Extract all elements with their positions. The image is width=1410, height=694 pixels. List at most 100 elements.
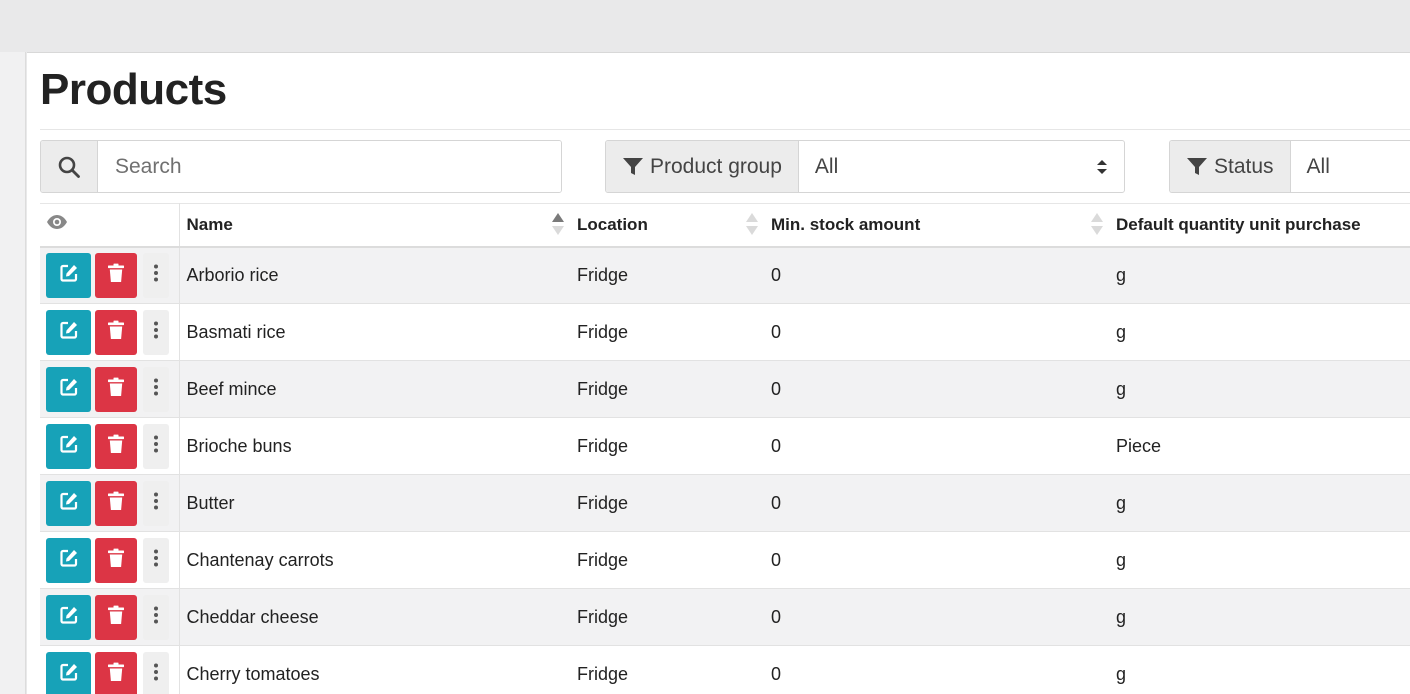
more-actions-button[interactable] <box>143 594 169 640</box>
edit-button[interactable] <box>46 252 91 298</box>
edit-button[interactable] <box>46 480 91 526</box>
cell-location: Fridge <box>570 531 764 589</box>
table-row: Butter Fridge 0 g <box>40 474 1410 532</box>
edit-icon <box>59 662 79 687</box>
cell-location: Fridge <box>570 303 764 361</box>
more-actions-button[interactable] <box>143 309 169 355</box>
cell-location: Fridge <box>570 417 764 475</box>
table-row: Beef mince Fridge 0 g <box>40 360 1410 418</box>
products-table: Name Location Min. stock amount Default … <box>40 203 1410 694</box>
sort-icon <box>746 213 758 239</box>
status-filter: Status All <box>1169 140 1410 193</box>
delete-button[interactable] <box>95 309 137 355</box>
cell-min-stock: 0 <box>764 645 1109 694</box>
edit-button[interactable] <box>46 423 91 469</box>
cell-qu-purchase: g <box>1109 360 1410 418</box>
column-header-name[interactable]: Name <box>179 203 570 248</box>
cell-qu-purchase: g <box>1109 246 1410 304</box>
cell-min-stock: 0 <box>764 246 1109 304</box>
delete-button[interactable] <box>95 252 137 298</box>
column-header-name-label: Name <box>186 214 233 234</box>
table-row: Brioche buns Fridge 0 Piece <box>40 417 1410 475</box>
delete-button[interactable] <box>95 480 137 526</box>
cell-qu-purchase: Piece <box>1109 417 1410 475</box>
row-actions <box>40 474 180 532</box>
edit-button[interactable] <box>46 651 91 694</box>
cell-min-stock: 0 <box>764 531 1109 589</box>
cell-name: Arborio rice <box>179 246 570 304</box>
column-header-min-stock[interactable]: Min. stock amount <box>764 203 1109 248</box>
select-arrows-icon <box>1097 159 1107 174</box>
more-actions-button[interactable] <box>143 252 169 298</box>
edit-icon <box>59 320 79 345</box>
more-actions-button[interactable] <box>143 480 169 526</box>
cell-name: Butter <box>179 474 570 532</box>
trash-icon <box>107 320 125 345</box>
more-vertical-icon <box>153 263 159 288</box>
row-actions <box>40 246 180 304</box>
search-input[interactable] <box>98 141 561 192</box>
edit-icon <box>59 548 79 573</box>
more-vertical-icon <box>153 434 159 459</box>
delete-button[interactable] <box>95 594 137 640</box>
edit-button[interactable] <box>46 309 91 355</box>
more-vertical-icon <box>153 320 159 345</box>
cell-name: Beef mince <box>179 360 570 418</box>
delete-button[interactable] <box>95 423 137 469</box>
product-group-value: All <box>814 154 839 178</box>
cell-name: Brioche buns <box>179 417 570 475</box>
cell-qu-purchase: g <box>1109 474 1410 532</box>
edit-icon <box>59 491 79 516</box>
product-group-select[interactable]: All <box>799 141 1124 192</box>
row-actions <box>40 303 180 361</box>
more-actions-button[interactable] <box>143 537 169 583</box>
search-box <box>40 140 562 193</box>
edit-button[interactable] <box>46 366 91 412</box>
cell-min-stock: 0 <box>764 474 1109 532</box>
more-actions-button[interactable] <box>143 423 169 469</box>
column-header-location[interactable]: Location <box>570 203 764 248</box>
trash-icon <box>107 491 125 516</box>
edit-button[interactable] <box>46 594 91 640</box>
trash-icon <box>107 434 125 459</box>
table-row: Basmati rice Fridge 0 g <box>40 303 1410 361</box>
more-vertical-icon <box>153 605 159 630</box>
column-header-location-label: Location <box>577 214 648 234</box>
status-label: Status <box>1214 154 1274 178</box>
table-row: Cherry tomatoes Fridge 0 g <box>40 645 1410 694</box>
product-group-filter-label: Product group <box>606 141 799 192</box>
sidebar <box>0 52 26 694</box>
edit-button[interactable] <box>46 537 91 583</box>
more-actions-button[interactable] <box>143 651 169 694</box>
trash-icon <box>107 662 125 687</box>
cell-name: Basmati rice <box>179 303 570 361</box>
column-visibility-toggle[interactable] <box>40 203 180 248</box>
cell-name: Chantenay carrots <box>179 531 570 589</box>
title-divider <box>40 129 1410 130</box>
more-actions-button[interactable] <box>143 366 169 412</box>
cell-location: Fridge <box>570 645 764 694</box>
sort-icon <box>1091 213 1103 239</box>
search-icon <box>41 141 98 192</box>
row-actions <box>40 360 180 418</box>
row-actions <box>40 531 180 589</box>
table-header-row: Name Location Min. stock amount Default … <box>40 203 1410 248</box>
trash-icon <box>107 263 125 288</box>
cell-location: Fridge <box>570 246 764 304</box>
delete-button[interactable] <box>95 366 137 412</box>
edit-icon <box>59 377 79 402</box>
cell-min-stock: 0 <box>764 360 1109 418</box>
delete-button[interactable] <box>95 651 137 694</box>
edit-icon <box>59 434 79 459</box>
column-header-qu-purchase[interactable]: Default quantity unit purchase <box>1109 203 1410 248</box>
eye-icon <box>47 215 67 230</box>
status-select[interactable]: All <box>1291 141 1410 192</box>
edit-icon <box>59 605 79 630</box>
product-group-label: Product group <box>650 154 782 178</box>
column-header-qu-purchase-label: Default quantity unit purchase <box>1116 214 1361 234</box>
more-vertical-icon <box>153 377 159 402</box>
filter-icon <box>623 157 643 175</box>
cell-min-stock: 0 <box>764 303 1109 361</box>
delete-button[interactable] <box>95 537 137 583</box>
product-group-filter: Product group All <box>605 140 1125 193</box>
